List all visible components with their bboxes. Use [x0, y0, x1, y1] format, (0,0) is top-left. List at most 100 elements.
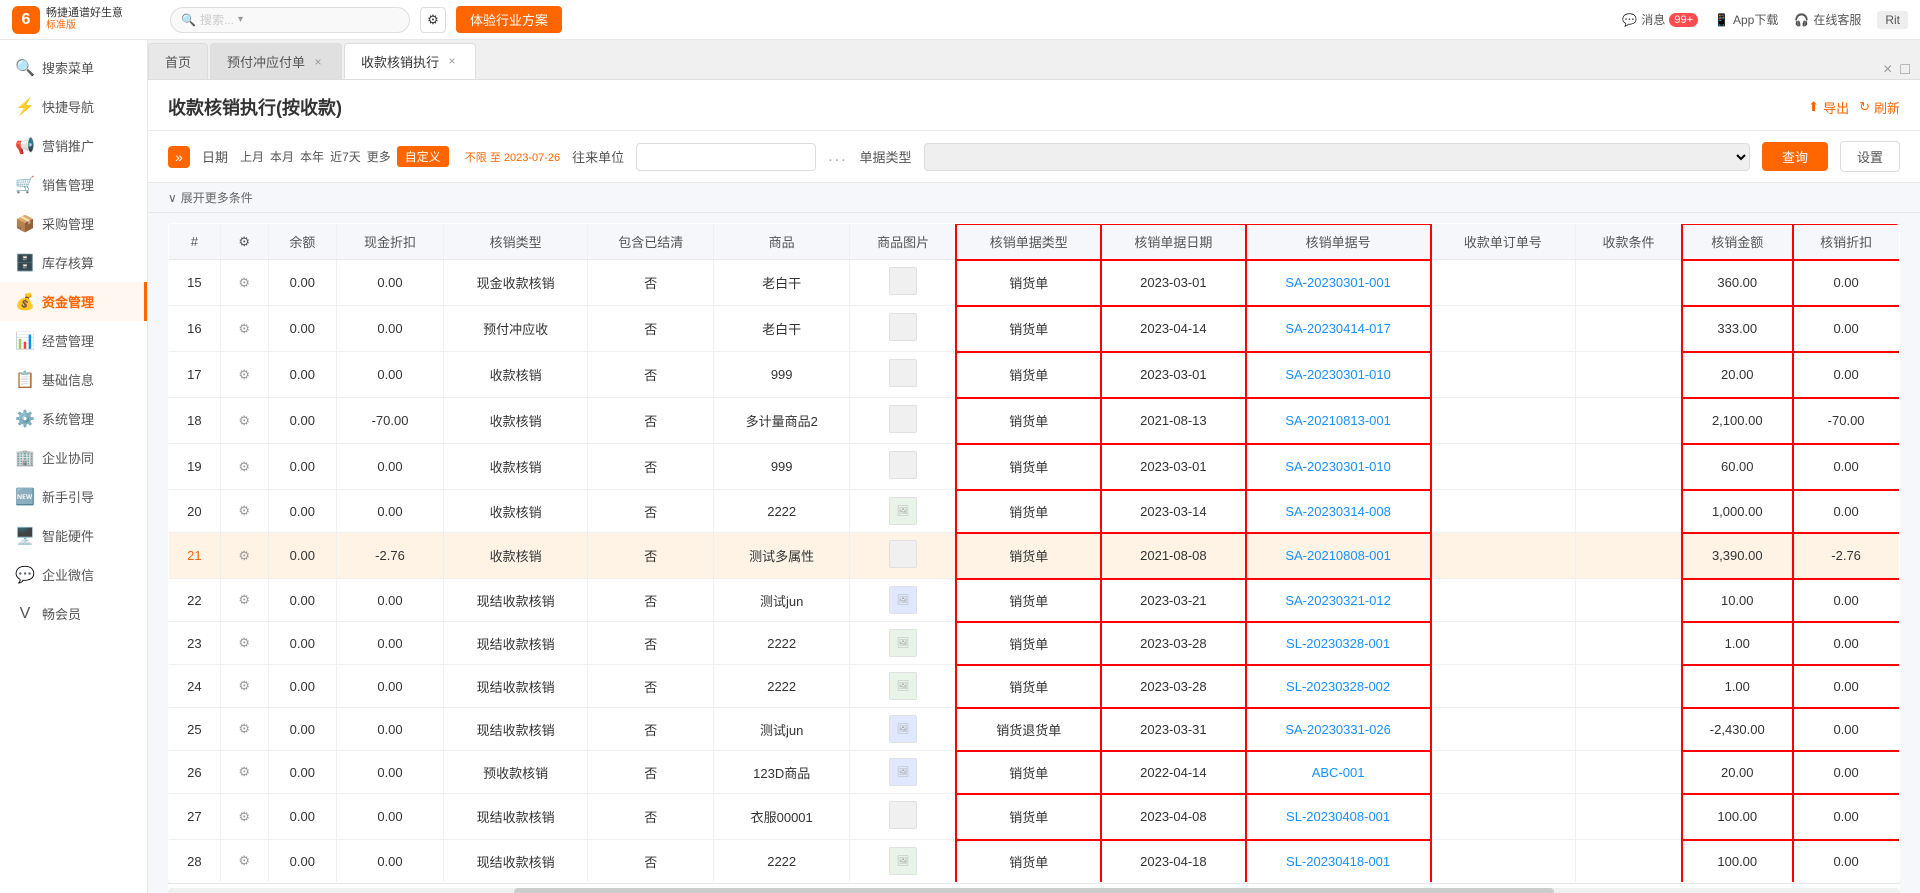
- last-7days-link[interactable]: 近7天: [330, 148, 361, 165]
- query-btn[interactable]: 查询: [1762, 142, 1828, 171]
- table-row: 23⚙0.000.00现结收款核销否2222🖼销货单2023-03-28SL-2…: [169, 622, 1900, 665]
- sidebar-item-quicknav[interactable]: ⚡快捷导航: [0, 87, 147, 126]
- sidebar-item-operations[interactable]: 📊经营管理: [0, 321, 147, 360]
- sidebar-item-purchase[interactable]: 📦采购管理: [0, 204, 147, 243]
- tab-writeoff[interactable]: 收款核销执行 ×: [344, 43, 476, 79]
- row-settings-icon[interactable]: ⚙: [238, 367, 250, 382]
- filter-expand-arrow-btn[interactable]: »: [168, 146, 190, 168]
- row-settings-icon[interactable]: ⚙: [238, 853, 250, 868]
- row-settings-icon[interactable]: ⚙: [238, 635, 250, 650]
- th-writeoff_bill_no: 核销单据号: [1246, 224, 1431, 260]
- filter-settings-btn[interactable]: 设置: [1840, 141, 1900, 172]
- sidebar-item-system[interactable]: ⚙️系统管理: [0, 399, 147, 438]
- writeoff-bill-link[interactable]: SA-20230414-017: [1285, 321, 1391, 336]
- writeoff-bill-link[interactable]: SA-20230301-010: [1285, 367, 1391, 382]
- tab-writeoff-close[interactable]: ×: [445, 54, 459, 68]
- custom-date-btn[interactable]: 自定义: [397, 146, 449, 167]
- row-settings-icon[interactable]: ⚙: [238, 548, 250, 563]
- sidebar-item-inventory[interactable]: 🗄️库存核算: [0, 243, 147, 282]
- writeoff-bill-link[interactable]: SA-20210808-001: [1285, 548, 1391, 563]
- last-month-link[interactable]: 上月: [240, 148, 264, 165]
- row-settings-icon[interactable]: ⚙: [238, 809, 250, 824]
- row-settings-icon[interactable]: ⚙: [238, 678, 250, 693]
- writeoff-bill-link[interactable]: SA-20230331-026: [1285, 722, 1391, 737]
- sidebar-item-marketing[interactable]: 📢 营销推广: [0, 126, 147, 165]
- writeoff-bill-link[interactable]: SL-20230328-001: [1286, 636, 1390, 651]
- message-btn[interactable]: 💬 消息 99+: [1622, 11, 1698, 28]
- cell-row-num: 27: [169, 794, 221, 840]
- top-search-bar[interactable]: 🔍 搜索... ▾: [170, 7, 410, 33]
- writeoff-bill-link[interactable]: SL-20230408-001: [1286, 809, 1390, 824]
- sidebar-item-enterprise[interactable]: 🏢企业协同: [0, 438, 147, 477]
- message-icon: 💬: [1622, 13, 1637, 27]
- table-row: 28⚙0.000.00现结收款核销否2222🖼销货单2023-04-18SL-2…: [169, 840, 1900, 883]
- sidebar-item-finance[interactable]: 💰资金管理: [0, 282, 147, 321]
- row-settings-icon[interactable]: ⚙: [238, 321, 250, 336]
- table-row: 25⚙0.000.00现结收款核销否测试jun🖼销货退货单2023-03-31S…: [169, 708, 1900, 751]
- headset-icon: 🎧: [1794, 13, 1809, 27]
- win-restore-btn[interactable]: □: [1900, 61, 1910, 79]
- sidebar-icon-basic: 📋: [16, 371, 34, 389]
- row-settings-icon[interactable]: ⚙: [238, 413, 250, 428]
- sidebar-icon-marketing: 📢: [16, 137, 34, 155]
- writeoff-bill-link[interactable]: SL-20230418-001: [1286, 854, 1390, 869]
- win-close-btn[interactable]: ×: [1883, 61, 1892, 79]
- sidebar-label-sales: 销售管理: [42, 175, 94, 194]
- row-settings-icon[interactable]: ⚙: [238, 459, 250, 474]
- more-dates-link[interactable]: 更多: [367, 148, 391, 165]
- tab-home[interactable]: 首页: [148, 43, 208, 79]
- date-filter-label: 日期: [202, 147, 228, 166]
- sidebar-item-wechat[interactable]: 💬企业微信: [0, 555, 147, 594]
- goods-img: 🖼: [889, 672, 917, 700]
- tab-prepay-close[interactable]: ×: [311, 55, 325, 69]
- app-download-btn[interactable]: 📱 App下载: [1714, 11, 1778, 28]
- row-settings-icon[interactable]: ⚙: [238, 503, 250, 518]
- sidebar-label-marketing: 营销推广: [42, 136, 94, 155]
- export-btn[interactable]: ⬆ 导出: [1808, 98, 1849, 117]
- writeoff-bill-link[interactable]: SA-20230301-001: [1285, 275, 1391, 290]
- sidebar-item-search[interactable]: 🔍搜索菜单: [0, 48, 147, 87]
- goods-img: [889, 313, 917, 341]
- this-month-link[interactable]: 本月: [270, 148, 294, 165]
- settings-icon-btn[interactable]: ⚙: [420, 7, 446, 33]
- writeoff-bill-link[interactable]: SA-20230301-010: [1285, 459, 1391, 474]
- cell-row-num: 28: [169, 840, 221, 883]
- app-logo-text: 畅捷通谱好生意 标准版: [46, 7, 123, 32]
- trial-industry-btn[interactable]: 体验行业方案: [456, 6, 562, 33]
- horizontal-scrollbar[interactable]: [168, 888, 1900, 893]
- cell-row-num: 18: [169, 398, 221, 444]
- sidebar-item-guide[interactable]: 🆕新手引导: [0, 477, 147, 516]
- th-writeoff_discount: 核销折扣: [1793, 224, 1900, 260]
- sidebar-item-vip[interactable]: V畅会员: [0, 594, 147, 633]
- writeoff-bill-link[interactable]: SA-20230314-008: [1285, 504, 1391, 519]
- expand-more-btn[interactable]: ∨ 展开更多条件: [168, 189, 253, 206]
- th-cash_discount: 现金折扣: [337, 224, 444, 260]
- sidebar-icon-sales: 🛒: [16, 176, 34, 194]
- user-display[interactable]: Rit: [1877, 11, 1908, 29]
- writeoff-bill-link[interactable]: SA-20210813-001: [1285, 413, 1391, 428]
- from-unit-label: 往来单位: [572, 147, 624, 166]
- row-settings-icon[interactable]: ⚙: [238, 721, 250, 736]
- cell-row-num: 22: [169, 579, 221, 622]
- row-settings-icon[interactable]: ⚙: [238, 275, 250, 290]
- sidebar-item-sales[interactable]: 🛒 销售管理: [0, 165, 147, 204]
- writeoff-bill-link[interactable]: SL-20230328-002: [1286, 679, 1390, 694]
- this-year-link[interactable]: 本年: [300, 148, 324, 165]
- sidebar-icon-quicknav: ⚡: [16, 98, 34, 116]
- page-header: 收款核销执行(按收款) ⬆ 导出 ↻ 刷新: [148, 80, 1920, 131]
- from-unit-input[interactable]: [636, 143, 816, 171]
- writeoff-bill-link[interactable]: ABC-001: [1312, 765, 1365, 780]
- writeoff-bill-link[interactable]: SA-20230321-012: [1285, 593, 1391, 608]
- tab-bar: 首页 预付冲应付单 × 收款核销执行 × × □: [148, 40, 1920, 80]
- row-settings-icon[interactable]: ⚙: [238, 592, 250, 607]
- sidebar-item-hardware[interactable]: 🖥️智能硬件: [0, 516, 147, 555]
- search-dropdown-icon[interactable]: ▾: [238, 14, 243, 25]
- goods-img: 🖼: [889, 758, 917, 786]
- online-service-btn[interactable]: 🎧 在线客服: [1794, 11, 1861, 28]
- sidebar-icon-enterprise: 🏢: [16, 449, 34, 467]
- receipt-type-select[interactable]: [924, 143, 1750, 171]
- row-settings-icon[interactable]: ⚙: [238, 764, 250, 779]
- refresh-btn[interactable]: ↻ 刷新: [1859, 98, 1900, 117]
- sidebar-item-basic[interactable]: 📋基础信息: [0, 360, 147, 399]
- tab-prepay[interactable]: 预付冲应付单 ×: [210, 43, 342, 79]
